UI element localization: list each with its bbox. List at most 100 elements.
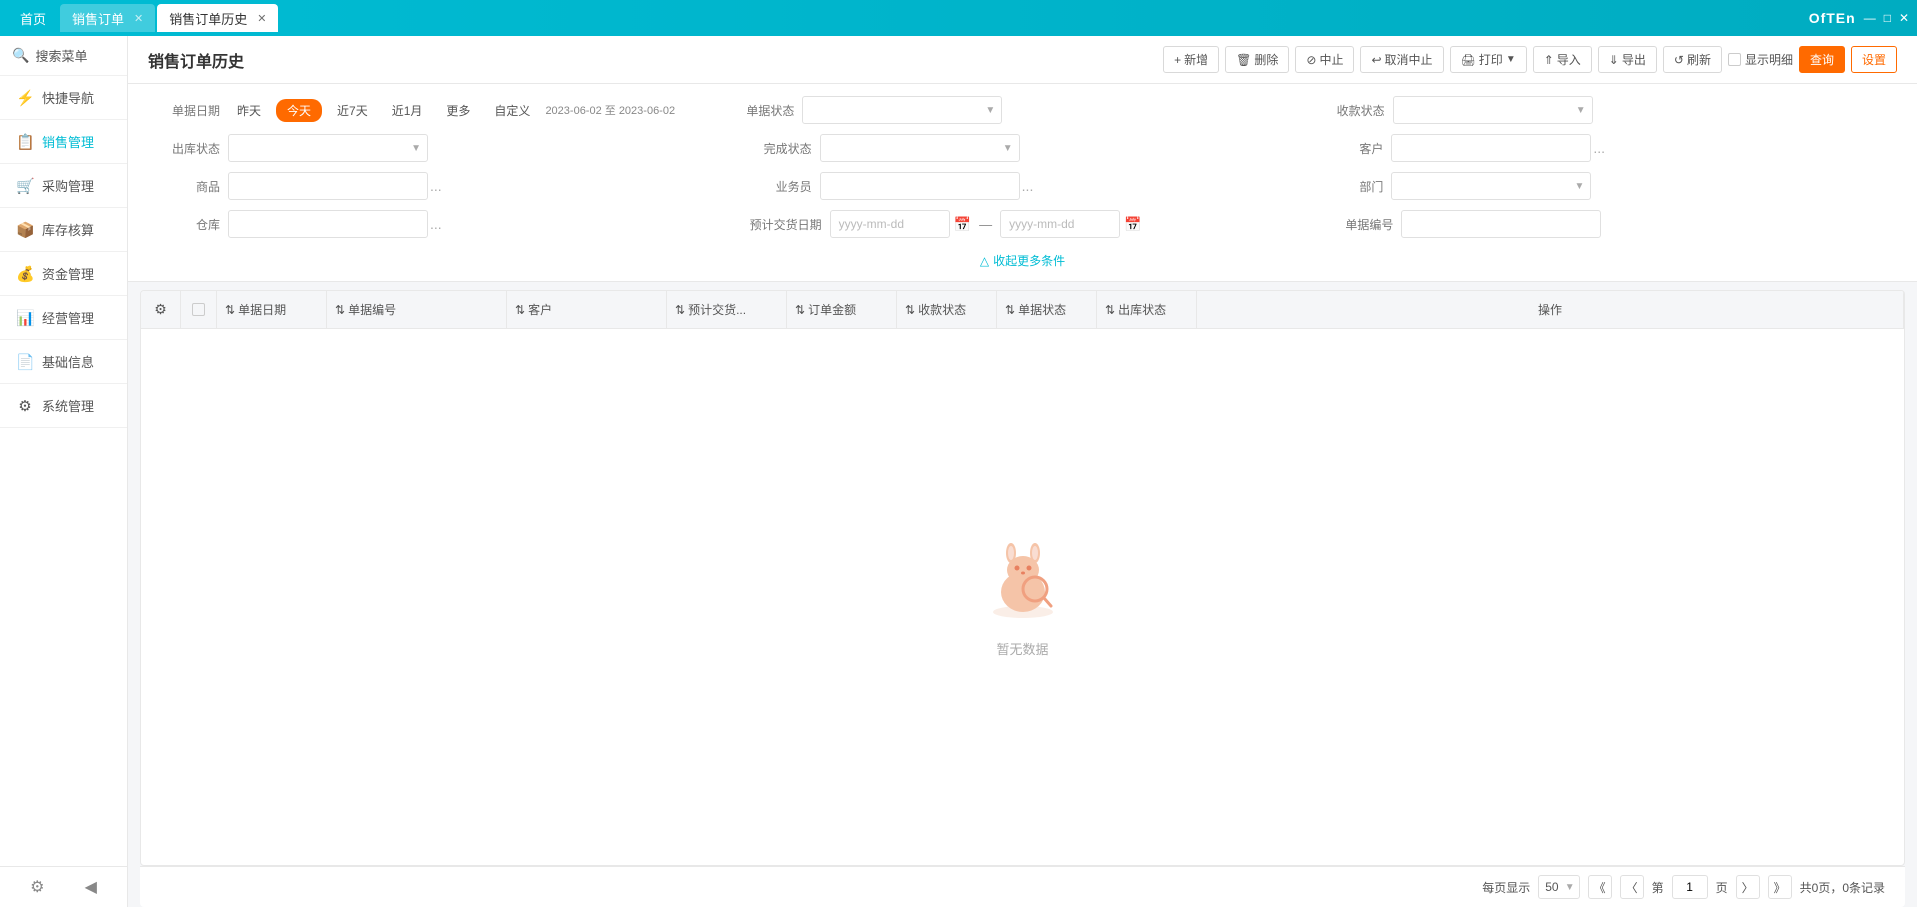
page-header: 销售订单历史 + 新增 🗑 删除 ⊘ 中止 ↩ 取消中止 <box>128 36 1917 84</box>
th-out-status[interactable]: ⇅ 出库状态 <box>1097 291 1197 328</box>
th-order-status[interactable]: ⇅ 单据状态 <box>997 291 1097 328</box>
receipt-status-select[interactable]: ▼ <box>1393 96 1593 124</box>
delivery-date-wrapper: yyyy-mm-dd 📅 — yyyy-mm-dd 📅 <box>830 210 1326 238</box>
filter-row-2: 出库状态 ▼ 完成状态 ▼ 客户 <box>148 134 1897 162</box>
import-label: 导入 <box>1557 51 1581 68</box>
toolbar: + 新增 🗑 删除 ⊘ 中止 ↩ 取消中止 🖨 打印 <box>1163 46 1897 73</box>
print-button[interactable]: 🖨 打印 ▼ <box>1450 46 1527 73</box>
delete-button[interactable]: 🗑 删除 <box>1225 46 1289 73</box>
new-icon: + <box>1174 53 1181 67</box>
th-customer[interactable]: ⇅ 客户 <box>507 291 667 328</box>
th-operation: 操作 <box>1197 291 1904 328</box>
stop-icon: ⊘ <box>1306 53 1316 67</box>
order-status-select[interactable]: ▼ <box>802 96 1002 124</box>
th-order-no[interactable]: ⇅ 单据编号 <box>327 291 507 328</box>
refresh-button[interactable]: ↺ 刷新 <box>1663 46 1722 73</box>
export-label: 导出 <box>1622 51 1646 68</box>
sidebar-item-purchase-mgmt[interactable]: 🛒 采购管理 <box>0 164 127 208</box>
date-more[interactable]: 更多 <box>437 99 479 122</box>
th-amount-label: 订单金额 <box>808 301 856 318</box>
tab-sales-order[interactable]: 销售订单 ✕ <box>60 4 155 32</box>
tab-sales-order-history[interactable]: 销售订单历史 ✕ <box>157 4 278 32</box>
export-button[interactable]: ⇓ 导出 <box>1598 46 1657 73</box>
date-last7[interactable]: 近7天 <box>328 99 377 122</box>
goods-input[interactable] <box>228 172 428 200</box>
warehouse-input[interactable] <box>228 210 428 238</box>
last-page-btn[interactable]: 》 <box>1768 875 1792 899</box>
order-no-input[interactable] <box>1401 210 1601 238</box>
out-status-select[interactable]: ▼ <box>228 134 428 162</box>
th-out-status-label: 出库状态 <box>1118 301 1166 318</box>
refresh-icon: ↺ <box>1674 53 1684 67</box>
sidebar: 🔍 搜索菜单 ⚡ 快捷导航 📋 销售管理 🛒 采购管理 📦 库存核算 💰 资金管… <box>0 36 128 907</box>
complete-status-select[interactable]: ▼ <box>820 134 1020 162</box>
delivery-date-start-cal-icon[interactable]: 📅 <box>954 216 971 233</box>
sidebar-item-sales-mgmt[interactable]: 📋 销售管理 <box>0 120 127 164</box>
sidebar-item-basic-info[interactable]: 📄 基础信息 <box>0 340 127 384</box>
show-detail-text: 显示明细 <box>1745 51 1793 68</box>
collapse-label: 收起更多条件 <box>993 252 1065 269</box>
th-date[interactable]: ⇅ 单据日期 <box>217 291 327 328</box>
sidebar-item-system-mgmt[interactable]: ⚙ 系统管理 <box>0 384 127 428</box>
show-detail-toggle[interactable]: 显示明细 <box>1728 51 1793 68</box>
th-amount[interactable]: ⇅ 订单金额 <box>787 291 897 328</box>
sales-mgmt-icon: 📋 <box>16 133 34 151</box>
sidebar-item-operation-mgmt[interactable]: 📊 经营管理 <box>0 296 127 340</box>
sidebar-bottom-collapse-icon[interactable]: ◀ <box>85 877 97 897</box>
page-number-input[interactable] <box>1672 875 1708 899</box>
goods-ellipsis[interactable]: ... <box>430 178 442 194</box>
finance-mgmt-icon: 💰 <box>16 265 34 283</box>
delete-label: 删除 <box>1254 51 1278 68</box>
date-custom[interactable]: 自定义 <box>485 99 539 122</box>
pagination-bar: 每页显示 50 ▼ 《 〈 第 页 〉 》 共0页，0条记录 <box>140 866 1905 907</box>
settings-button[interactable]: 设置 <box>1851 46 1897 73</box>
delivery-date-end[interactable]: yyyy-mm-dd <box>1000 210 1120 238</box>
tab-sales-order-close[interactable]: ✕ <box>134 12 143 25</box>
department-select[interactable]: ▼ <box>1391 172 1591 200</box>
page-size-select[interactable]: 50 ▼ <box>1538 875 1579 899</box>
order-status-arrow: ▼ <box>985 105 995 116</box>
th-pay-status[interactable]: ⇅ 收款状态 <box>897 291 997 328</box>
delivery-date-end-cal-icon[interactable]: 📅 <box>1124 216 1141 233</box>
date-last1m[interactable]: 近1月 <box>383 99 432 122</box>
new-button[interactable]: + 新增 <box>1163 46 1219 73</box>
warehouse-ellipsis[interactable]: ... <box>430 216 442 232</box>
date-today[interactable]: 今天 <box>276 99 322 122</box>
next-page-btn[interactable]: 〉 <box>1736 875 1760 899</box>
sidebar-search[interactable]: 🔍 搜索菜单 <box>0 36 127 76</box>
date-yesterday[interactable]: 昨天 <box>228 99 270 122</box>
window-close[interactable]: ✕ <box>1899 11 1909 25</box>
tab-home[interactable]: 首页 <box>8 4 58 32</box>
page-size-arrow: ▼ <box>1565 882 1575 893</box>
sidebar-item-quick-nav[interactable]: ⚡ 快捷导航 <box>0 76 127 120</box>
sales-person-ellipsis[interactable]: ... <box>1022 178 1034 194</box>
th-delivery[interactable]: ⇅ 预计交货... <box>667 291 787 328</box>
th-settings[interactable]: ⚙ <box>141 291 181 328</box>
page-title: 销售订单历史 <box>148 48 244 72</box>
window-minimize[interactable]: — <box>1864 11 1876 25</box>
search-icon: 🔍 <box>12 47 29 64</box>
cancel-stop-icon: ↩ <box>1371 53 1381 67</box>
query-button[interactable]: 查询 <box>1799 46 1845 73</box>
window-maximize[interactable]: □ <box>1884 11 1891 25</box>
tab-sales-order-history-close[interactable]: ✕ <box>257 12 266 25</box>
show-detail-checkbox[interactable] <box>1728 53 1741 66</box>
first-page-btn[interactable]: 《 <box>1588 875 1612 899</box>
import-button[interactable]: ⇑ 导入 <box>1533 46 1592 73</box>
sidebar-bottom-settings-icon[interactable]: ⚙ <box>30 877 44 897</box>
customer-input[interactable] <box>1391 134 1591 162</box>
select-all-checkbox[interactable] <box>192 303 205 316</box>
sort-icon-order-status: ⇅ <box>1005 303 1015 317</box>
cancel-stop-button[interactable]: ↩ 取消中止 <box>1360 46 1443 73</box>
delivery-date-start[interactable]: yyyy-mm-dd <box>830 210 950 238</box>
customer-ellipsis[interactable]: ... <box>1593 140 1605 156</box>
collapse-more-btn[interactable]: △ 收起更多条件 <box>148 248 1897 269</box>
sales-person-input[interactable] <box>820 172 1020 200</box>
stop-button[interactable]: ⊘ 中止 <box>1295 46 1354 73</box>
th-checkbox[interactable] <box>181 291 217 328</box>
prev-page-btn[interactable]: 〈 <box>1620 875 1644 899</box>
sidebar-item-inventory-calc[interactable]: 📦 库存核算 <box>0 208 127 252</box>
settings-gear-icon[interactable]: ⚙ <box>154 301 167 318</box>
new-label: 新增 <box>1184 51 1208 68</box>
sidebar-item-finance-mgmt[interactable]: 💰 资金管理 <box>0 252 127 296</box>
